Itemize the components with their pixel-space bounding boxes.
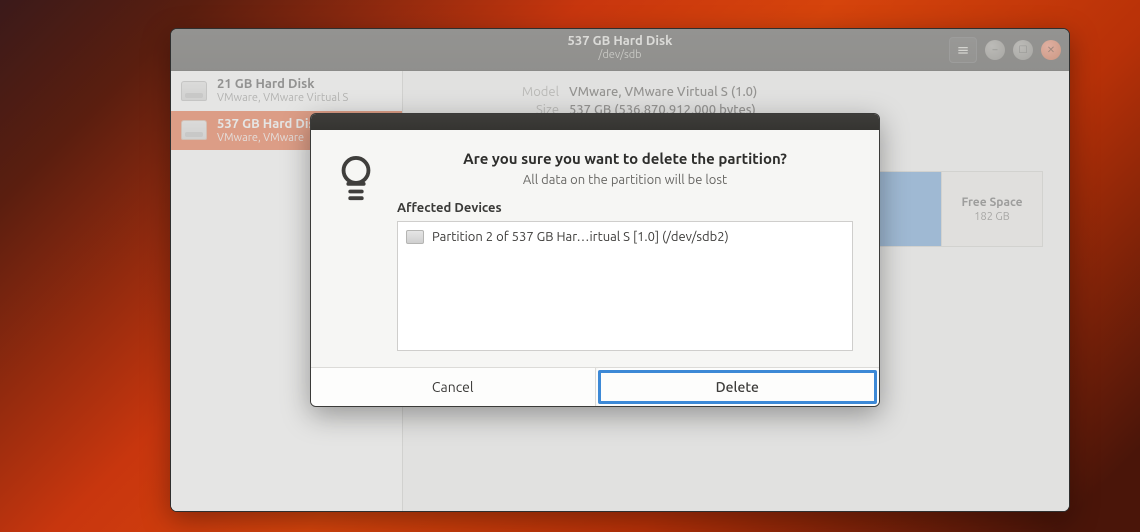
- maximize-button[interactable]: ☐: [1013, 40, 1033, 60]
- affected-devices-list: Partition 2 of 537 GB Har…irtual S [1.0]…: [397, 221, 853, 351]
- delete-partition-dialog: Are you sure you want to delete the part…: [310, 113, 880, 407]
- volume-segment-free[interactable]: Free Space 182 GB: [942, 172, 1042, 246]
- affected-devices-heading: Affected Devices: [397, 201, 853, 215]
- tip-bulb-icon: [333, 152, 379, 208]
- model-label: Model: [429, 85, 559, 99]
- hard-disk-icon: [181, 120, 207, 140]
- dialog-subheading: All data on the partition will be lost: [397, 173, 853, 187]
- volume-name: Free Space: [961, 196, 1022, 209]
- minimize-button[interactable]: –: [985, 40, 1005, 60]
- sidebar-item-disk-21gb[interactable]: 21 GB Hard Disk VMware, VMware Virtual S: [171, 71, 402, 111]
- window-subtitle: /dev/sdb: [171, 49, 1069, 62]
- cancel-button[interactable]: Cancel: [311, 368, 596, 406]
- delete-button[interactable]: Delete: [596, 368, 880, 406]
- affected-device-row[interactable]: Partition 2 of 537 GB Har…irtual S [1.0]…: [406, 228, 844, 246]
- titlebar: 537 GB Hard Disk /dev/sdb ≡ – ☐ ✕: [171, 29, 1069, 71]
- volume-size: 182 GB: [974, 211, 1009, 223]
- model-value: VMware, VMware Virtual S (1.0): [569, 85, 1043, 99]
- device-vendor: VMware, VMware: [217, 132, 315, 145]
- device-vendor: VMware, VMware Virtual S: [217, 92, 348, 105]
- hard-disk-icon: [181, 81, 207, 101]
- hamburger-icon: ≡: [957, 41, 970, 59]
- hard-disk-icon: [406, 230, 424, 244]
- device-name: 21 GB Hard Disk: [217, 77, 348, 92]
- device-name: 537 GB Hard Dis: [217, 117, 315, 132]
- dialog-titlebar: [311, 114, 879, 130]
- window-title: 537 GB Hard Disk: [171, 33, 1069, 49]
- close-button[interactable]: ✕: [1041, 40, 1061, 60]
- hamburger-menu-button[interactable]: ≡: [949, 37, 977, 63]
- affected-device-text: Partition 2 of 537 GB Har…irtual S [1.0]…: [432, 230, 729, 244]
- dialog-heading: Are you sure you want to delete the part…: [397, 150, 853, 167]
